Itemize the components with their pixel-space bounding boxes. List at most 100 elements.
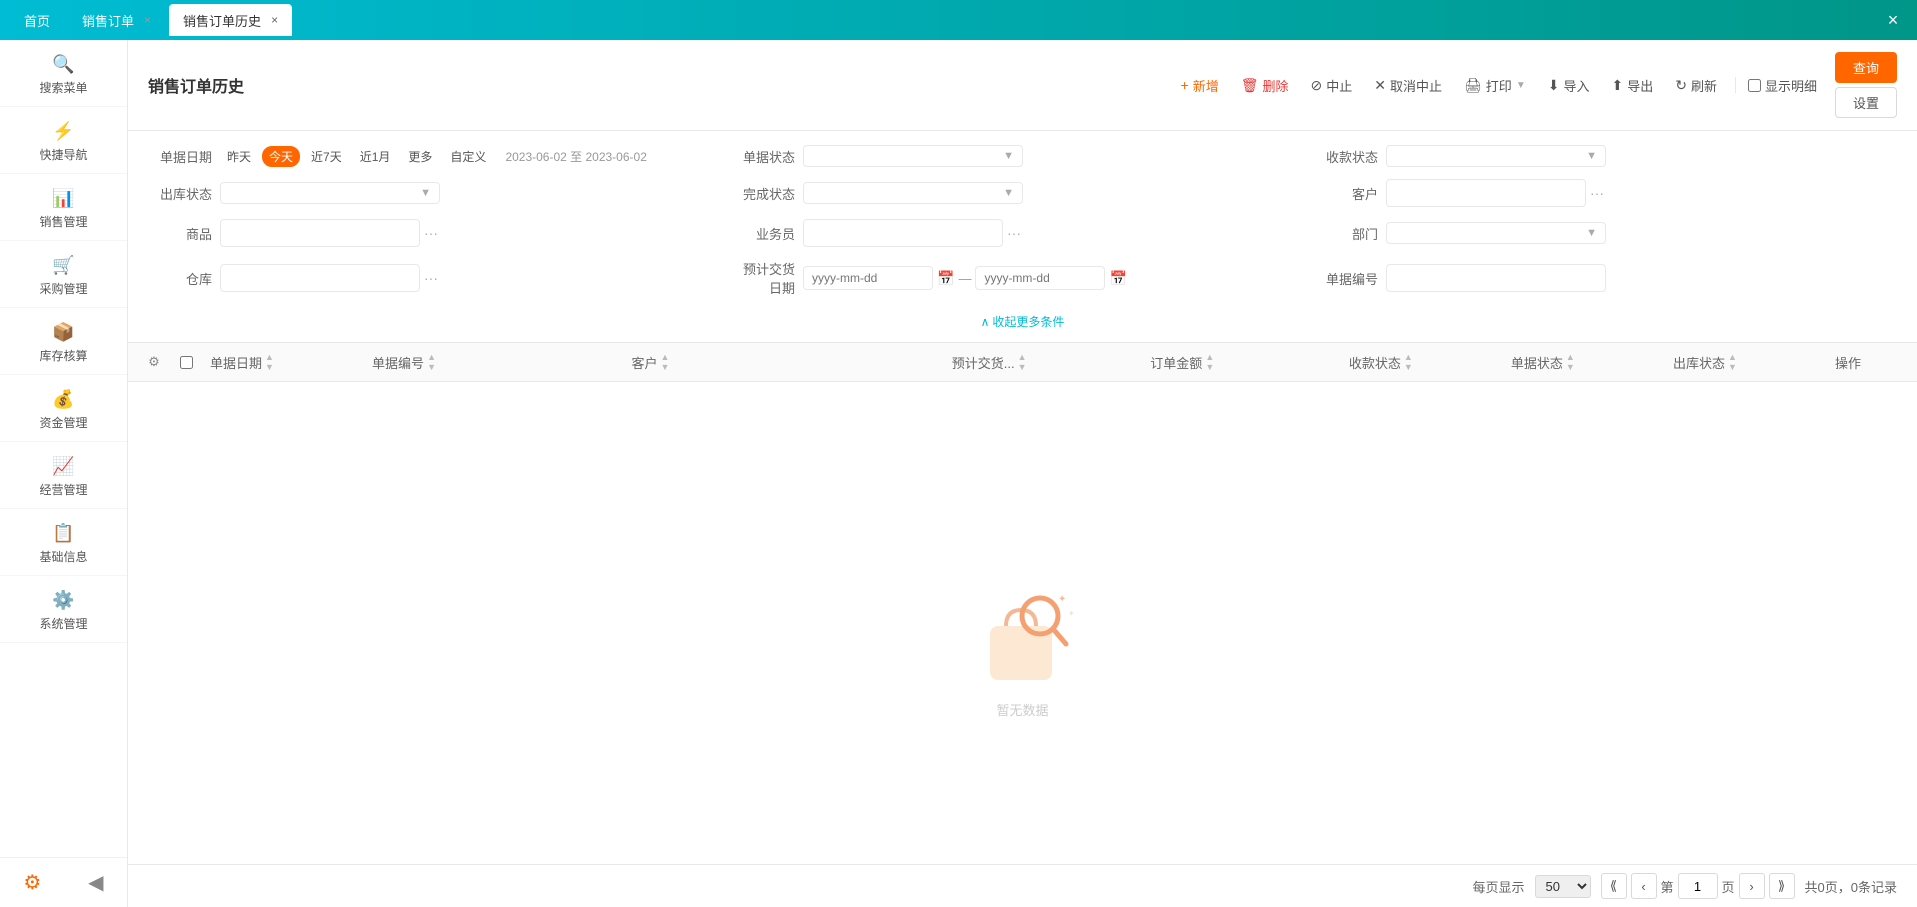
sidebar-item-search-menu[interactable]: 🔍 搜索菜单	[0, 40, 127, 107]
department-select[interactable]: ▼	[1386, 222, 1606, 244]
warehouse-dots-icon[interactable]: ···	[424, 270, 438, 286]
th-pay-status[interactable]: 收款状态 ▲▼	[1341, 353, 1503, 372]
setting-button[interactable]: 设置	[1835, 87, 1897, 118]
sidebar-item-basic-info[interactable]: 📋 基础信息	[0, 509, 127, 576]
stop-button[interactable]: ⊘ 中止	[1305, 72, 1359, 99]
delivery-date-start[interactable]	[803, 266, 933, 290]
doc-no-input[interactable]	[1386, 264, 1606, 292]
refresh-button[interactable]: ↻ 刷新	[1669, 72, 1723, 99]
date-quick-yesterday[interactable]: 昨天	[220, 146, 258, 167]
check-all-input[interactable]	[180, 356, 193, 369]
filter-field-delivery-date: 📅 — 📅	[803, 266, 1314, 290]
customer-input[interactable]	[1386, 179, 1586, 207]
filter-field-salesperson[interactable]: ···	[803, 219, 1314, 247]
product-input[interactable]	[220, 219, 420, 247]
filter-label-doc-no: 单据编号	[1314, 269, 1386, 288]
window-close-button[interactable]: ×	[1879, 6, 1907, 34]
tab-sales-order[interactable]: 销售订单 ×	[68, 4, 165, 36]
filter-field-department[interactable]: ▼	[1386, 222, 1897, 244]
per-page-select[interactable]: 50 10 20 100	[1535, 875, 1591, 898]
tab-sales-order-label: 销售订单	[82, 11, 134, 30]
add-button[interactable]: + 新增	[1175, 72, 1225, 99]
th-customer-sort-icon: ▲▼	[660, 353, 669, 372]
cancel-stop-button[interactable]: ✕ 取消中止	[1368, 72, 1448, 99]
tab-sales-order-close[interactable]: ×	[144, 13, 151, 27]
pager-last-button[interactable]: ⟫	[1769, 873, 1795, 899]
filter-field-doc-status[interactable]: ▼	[803, 145, 1314, 167]
th-customer[interactable]: 客户 ▲▼	[623, 353, 943, 372]
date-quick-more[interactable]: 更多	[401, 146, 439, 167]
salesperson-input[interactable]	[803, 219, 1003, 247]
tab-sales-order-history[interactable]: 销售订单历史 ×	[169, 4, 292, 36]
sidebar-settings-icon[interactable]: ⚙	[23, 870, 41, 895]
display-detail-input[interactable]	[1748, 79, 1761, 92]
warehouse-input[interactable]	[220, 264, 420, 292]
delete-label: 删除	[1263, 76, 1289, 95]
product-dots-icon[interactable]: ···	[424, 225, 438, 241]
date-quick-custom[interactable]: 自定义	[443, 146, 493, 167]
sidebar-item-inventory[interactable]: 📦 库存核算	[0, 308, 127, 375]
query-button[interactable]: 查询	[1835, 52, 1897, 83]
filter-field-warehouse[interactable]: ···	[220, 264, 731, 292]
date-quick-7days[interactable]: 近7天	[304, 146, 349, 167]
filter-label-date: 单据日期	[148, 147, 220, 166]
th-order-no-label: 单据编号	[372, 353, 424, 372]
date-quick-options: 昨天 今天 近7天 近1月 更多 自定义 2023-06-02 至 2023-0…	[220, 146, 647, 167]
pager-prev-button[interactable]: ‹	[1631, 873, 1657, 899]
filter-field-doc-no[interactable]	[1386, 264, 1897, 292]
pager-page-input[interactable]	[1678, 873, 1718, 899]
pager-first-button[interactable]: ⟪	[1601, 873, 1627, 899]
add-icon: +	[1181, 77, 1189, 93]
salesperson-dots-icon[interactable]: ···	[1007, 225, 1021, 241]
complete-status-arrow-icon: ▼	[1003, 187, 1014, 199]
tab-sales-order-history-close[interactable]: ×	[271, 13, 278, 27]
date-quick-1month[interactable]: 近1月	[353, 146, 398, 167]
stock-status-select[interactable]: ▼	[220, 182, 440, 204]
sidebar-item-system[interactable]: ⚙️ 系统管理	[0, 576, 127, 643]
filter-field-product[interactable]: ···	[220, 219, 731, 247]
th-amount[interactable]: 订单金额 ▲▼	[1142, 353, 1341, 372]
th-order-no[interactable]: 单据编号 ▲▼	[364, 353, 623, 372]
delivery-date-end[interactable]	[975, 266, 1105, 290]
collapse-button[interactable]: ∧ 收起更多条件	[981, 313, 1065, 330]
th-doc-status[interactable]: 单据状态 ▲▼	[1503, 353, 1665, 372]
date-quick-today[interactable]: 今天	[262, 146, 300, 167]
delivery-date-start-icon[interactable]: 📅	[937, 270, 954, 287]
filter-label-department: 部门	[1314, 224, 1386, 243]
delivery-date-end-icon[interactable]: 📅	[1109, 270, 1126, 287]
th-date[interactable]: 单据日期 ▲▼	[202, 353, 364, 372]
th-order-sort-icon: ▲▼	[427, 353, 436, 372]
th-stock-status[interactable]: 出库状态 ▲▼	[1665, 353, 1827, 372]
table-settings-icon[interactable]: ⚙	[138, 354, 170, 370]
display-detail-checkbox[interactable]: 显示明细	[1748, 76, 1817, 95]
sidebar-item-business[interactable]: 📈 经营管理	[0, 442, 127, 509]
filter-field-date: 昨天 今天 近7天 近1月 更多 自定义 2023-06-02 至 2023-0…	[220, 146, 731, 167]
import-button[interactable]: ⬇ 导入	[1542, 72, 1596, 99]
page-header: 销售订单历史 + 新增 🗑 删除 ⊘ 中止 ✕	[128, 40, 1917, 131]
tab-home[interactable]: 首页	[10, 4, 64, 36]
sidebar-collapse-icon[interactable]: ◀	[88, 870, 103, 895]
th-amount-sort-icon: ▲▼	[1205, 353, 1214, 372]
export-button[interactable]: ⬆ 导出	[1605, 72, 1659, 99]
table-check-all[interactable]	[170, 356, 202, 369]
pay-status-select[interactable]: ▼	[1386, 145, 1606, 167]
filter-field-customer[interactable]: ···	[1386, 179, 1897, 207]
doc-status-select[interactable]: ▼	[803, 145, 1023, 167]
sidebar-item-purchase-label: 采购管理	[39, 280, 87, 297]
sidebar-item-finance[interactable]: 💰 资金管理	[0, 375, 127, 442]
print-button[interactable]: 🖨 打印 ▼	[1458, 72, 1532, 99]
sidebar-item-quick-nav[interactable]: ⚡ 快捷导航	[0, 107, 127, 174]
svg-text:✦: ✦	[1058, 594, 1066, 605]
filter-field-pay-status[interactable]: ▼	[1386, 145, 1897, 167]
filter-field-complete-status[interactable]: ▼	[803, 182, 1314, 204]
th-pay-status-label: 收款状态	[1349, 353, 1401, 372]
delete-button[interactable]: 🗑 删除	[1235, 72, 1295, 99]
th-delivery[interactable]: 预计交货... ▲▼	[944, 353, 1143, 372]
pager-next-button[interactable]: ›	[1739, 873, 1765, 899]
customer-dots-icon[interactable]: ···	[1590, 185, 1604, 201]
sidebar-item-sales[interactable]: 📊 销售管理	[0, 174, 127, 241]
tab-sales-order-history-label: 销售订单历史	[183, 11, 261, 30]
complete-status-select[interactable]: ▼	[803, 182, 1023, 204]
sidebar-item-purchase[interactable]: 🛒 采购管理	[0, 241, 127, 308]
filter-field-stock-status[interactable]: ▼	[220, 182, 731, 204]
